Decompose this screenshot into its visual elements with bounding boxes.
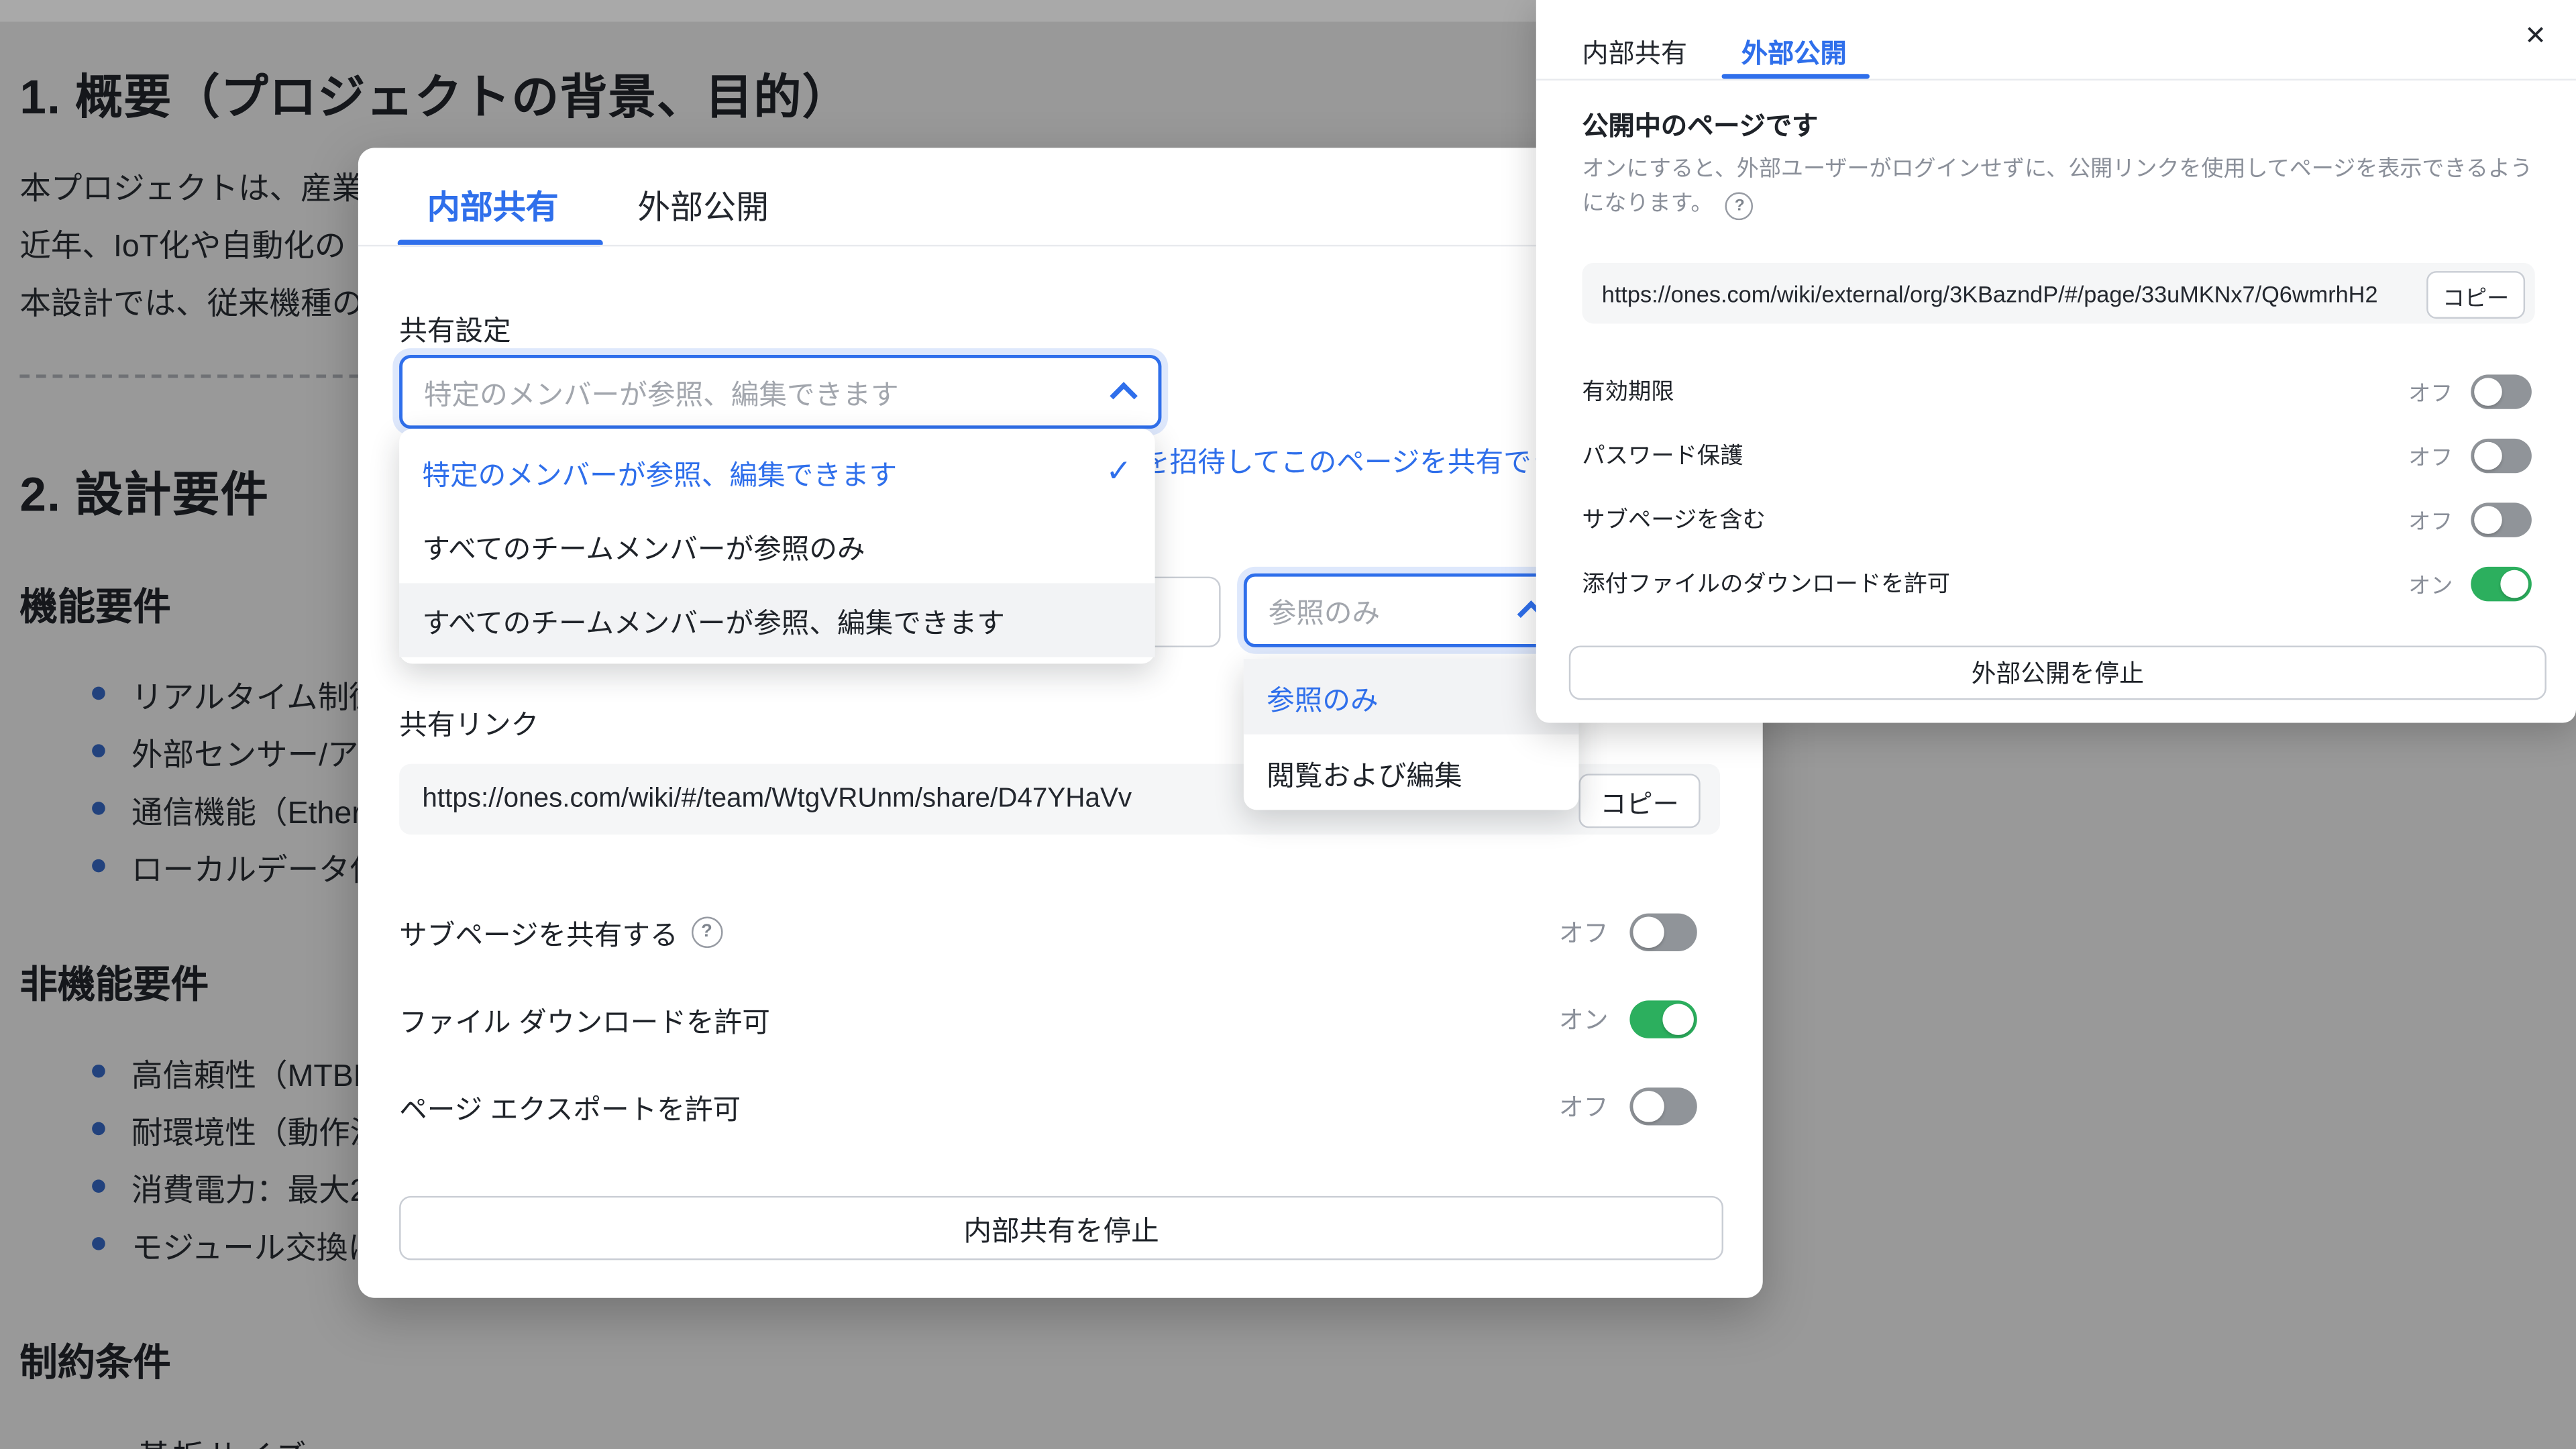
- toggle-state-label: オン: [1559, 1006, 1609, 1034]
- permission-option-specific-members[interactable]: 特定のメンバーが参照、編集できます ✓: [399, 435, 1155, 509]
- permission-select-value: 特定のメンバーが参照、編集できます: [423, 379, 899, 411]
- role-select[interactable]: 参照のみ: [1243, 573, 1569, 647]
- public-link-row: https://ones.com/wiki/external/org/3KBaz…: [1582, 262, 2535, 324]
- toggle-label: 有効期限: [1582, 378, 1674, 405]
- toggle-row-expiry: 有効期限 オフ: [1582, 366, 2532, 415]
- password-protect-toggle[interactable]: [2471, 437, 2532, 473]
- role-option-view-edit[interactable]: 閲覧および編集: [1244, 735, 1579, 810]
- toggle-state-label: オフ: [1559, 919, 1609, 947]
- page-export-toggle[interactable]: [1629, 1087, 1697, 1125]
- share-url: https://ones.com/wiki/#/team/WtgVRUnm/sh…: [422, 784, 1132, 814]
- toggle-label: サブページを共有する: [399, 919, 678, 951]
- toggle-row-password: パスワード保護 オフ: [1582, 431, 2532, 480]
- toggle-state-label: オフ: [2408, 509, 2453, 534]
- share-link-label: 共有リンク: [399, 709, 539, 741]
- share-subpages-toggle[interactable]: [1629, 912, 1697, 951]
- panel-tab-internal-share[interactable]: 内部共有: [1582, 32, 1687, 71]
- toggle-label: ファイル ダウンロードを許可: [399, 1006, 770, 1038]
- public-url: https://ones.com/wiki/external/org/3KBaz…: [1601, 280, 2378, 307]
- toggle-label: サブページを含む: [1582, 506, 1766, 533]
- tab-external-publish[interactable]: 外部公開: [637, 180, 769, 228]
- external-publish-panel: 内部共有 外部公開 ✕ 公開中のページです オンにすると、外部ユーザーがログイン…: [1536, 0, 2576, 723]
- toggle-row-share-subpages: サブページを共有する ? オフ: [399, 902, 1720, 961]
- help-icon[interactable]: ?: [1725, 192, 1754, 221]
- close-icon[interactable]: ✕: [2524, 19, 2546, 52]
- publish-description: オンにすると、外部ユーザーがログインせずに、公開リンクを使用してページを表示でき…: [1582, 151, 2543, 221]
- include-subpages-toggle[interactable]: [2471, 502, 2532, 537]
- copy-button[interactable]: コピー: [1578, 773, 1701, 828]
- role-select-value: 参照のみ: [1268, 598, 1381, 629]
- panel-tab-divider: [1536, 78, 2576, 81]
- stop-internal-share-button[interactable]: 内部共有を停止: [399, 1195, 1723, 1260]
- permission-dropdown: 特定のメンバーが参照、編集できます ✓ すべてのチームメンバーが参照のみ すべて…: [399, 429, 1155, 664]
- check-icon: ✓: [1106, 455, 1132, 490]
- toggle-row-page-export: ページ エクスポートを許可 オフ: [399, 1076, 1720, 1135]
- toggle-label: ページ エクスポートを許可: [399, 1093, 741, 1125]
- stop-external-publish-button[interactable]: 外部公開を停止: [1568, 645, 2546, 700]
- publish-status-heading: 公開中のページです: [1582, 113, 1819, 142]
- toggle-row-include-subpages: サブページを含む オフ: [1582, 494, 2532, 543]
- toggle-label: 添付ファイルのダウンロードを許可: [1582, 570, 1950, 596]
- expiry-toggle[interactable]: [2471, 374, 2532, 409]
- permission-option-all-edit[interactable]: すべてのチームメンバーが参照、編集できます: [399, 583, 1155, 657]
- copy-button[interactable]: コピー: [2426, 271, 2526, 319]
- toggle-state-label: オン: [2408, 573, 2453, 598]
- toggle-row-attachment-download: 添付ファイルのダウンロードを許可 オン: [1582, 559, 2532, 608]
- panel-active-tab-underline: [1721, 74, 1870, 79]
- file-download-toggle[interactable]: [1629, 1000, 1697, 1038]
- role-option-view-only[interactable]: 参照のみ ✓: [1243, 659, 1579, 735]
- toggle-row-file-download: ファイル ダウンロードを許可 オン: [399, 989, 1720, 1048]
- help-icon[interactable]: ?: [691, 916, 722, 947]
- chevron-up-icon: [1110, 382, 1138, 410]
- toggle-state-label: オフ: [2408, 381, 2453, 406]
- toggle-state-label: オフ: [2408, 445, 2453, 470]
- toggle-label: パスワード保護: [1582, 441, 1743, 468]
- attachment-download-toggle[interactable]: [2471, 566, 2532, 601]
- permission-option-all-view[interactable]: すべてのチームメンバーが参照のみ: [399, 509, 1155, 583]
- permission-select[interactable]: 特定のメンバーが参照、編集できます: [399, 354, 1162, 429]
- panel-tab-external-publish[interactable]: 外部公開: [1741, 32, 1847, 71]
- share-settings-label: 共有設定: [399, 315, 511, 347]
- role-dropdown: 参照のみ ✓ 閲覧および編集: [1243, 659, 1579, 810]
- tab-internal-share[interactable]: 内部共有: [427, 180, 559, 228]
- screen: 1. 概要（プロジェクトの背景、目的） 本プロジェクトは、産業 近年、IoT化や…: [0, 0, 2576, 1449]
- toggle-state-label: オフ: [1559, 1093, 1609, 1122]
